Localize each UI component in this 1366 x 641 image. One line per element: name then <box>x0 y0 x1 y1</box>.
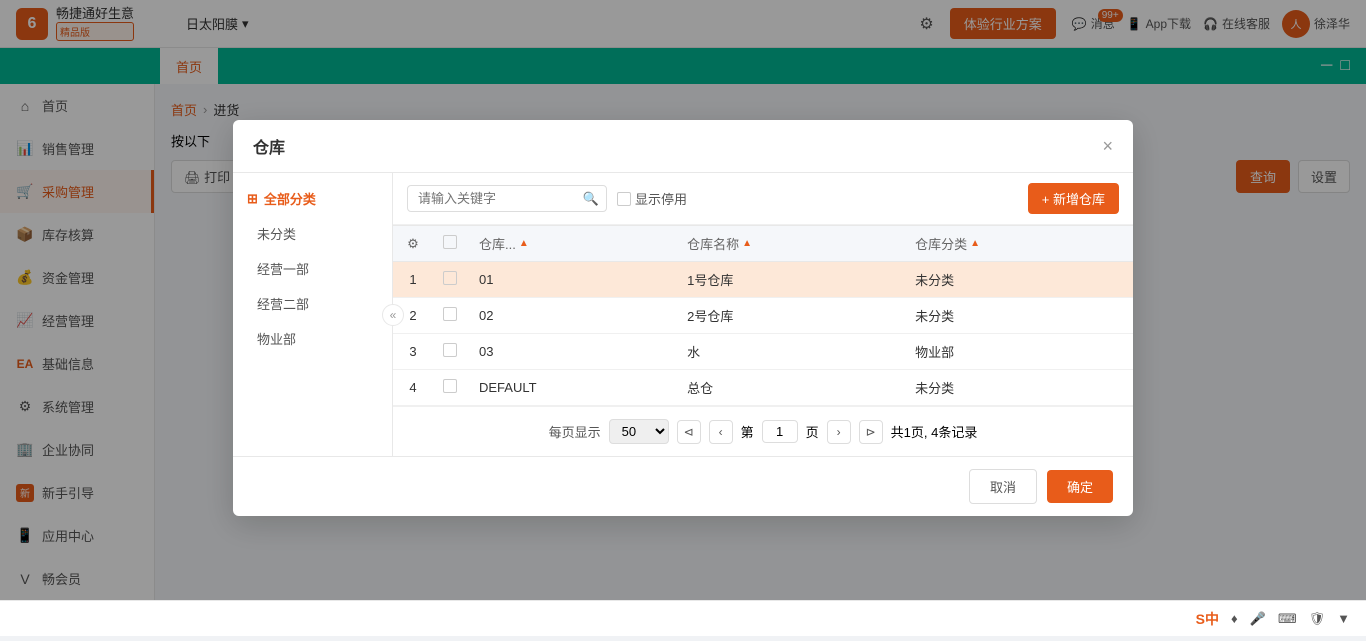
page-first-button[interactable]: ⊲ <box>677 420 701 444</box>
category-all-label: 全部分类 <box>264 189 316 208</box>
table-toolbar: 🔍 显示停用 + 新增仓库 <box>393 173 1133 225</box>
category-item-3[interactable]: 物业部 <box>233 321 392 356</box>
table-row[interactable]: 4 DEFAULT总仓未分类 <box>393 370 1133 406</box>
row-index: 1 <box>393 262 433 298</box>
table-row[interactable]: 1 011号仓库未分类 <box>393 262 1133 298</box>
modal-overlay: 仓库 × ⊞ 全部分类 未分类 经营一部 经营二部 物业部 « <box>0 0 1366 636</box>
row-category: 未分类 <box>905 298 1133 334</box>
show-disabled-toggle[interactable]: 显示停用 <box>617 189 687 208</box>
row-name: 总仓 <box>677 370 905 406</box>
search-input[interactable] <box>407 185 607 212</box>
per-page-select[interactable]: 50 10 20 100 <box>609 419 669 444</box>
cancel-button[interactable]: 取消 <box>969 469 1037 504</box>
row-name: 2号仓库 <box>677 298 905 334</box>
table-scroll-area: ⚙ 仓库... ▲ 仓库名称 <box>393 225 1133 406</box>
bottom-keyboard-icon[interactable]: ⌨ <box>1278 611 1297 627</box>
row-index: 3 <box>393 334 433 370</box>
row-index: 4 <box>393 370 433 406</box>
row-name: 水 <box>677 334 905 370</box>
row-code: DEFAULT <box>469 370 677 406</box>
category-item-0[interactable]: 未分类 <box>233 216 392 251</box>
sort-category-icon: ▲ <box>970 238 980 249</box>
sort-code-icon: ▲ <box>519 238 529 249</box>
per-page-label: 每页显示 <box>549 422 601 441</box>
table-row[interactable]: 2022号仓库未分类 <box>393 298 1133 334</box>
bottom-mic-icon[interactable]: 🎤 <box>1250 611 1266 627</box>
sort-name-icon: ▲ <box>742 238 752 249</box>
table-area: 🔍 显示停用 + 新增仓库 ⚙ <box>393 173 1133 456</box>
add-warehouse-button[interactable]: + 新增仓库 <box>1028 183 1119 214</box>
col-header-settings: ⚙ <box>393 226 433 262</box>
col-header-code[interactable]: 仓库... ▲ <box>469 226 677 262</box>
row-checkbox[interactable] <box>443 271 457 285</box>
select-all-checkbox[interactable] <box>443 235 457 249</box>
search-input-wrap: 🔍 <box>407 185 607 212</box>
bottom-bar: S中 ♦ 🎤 ⌨ 🛡 ▼ <box>0 600 1366 636</box>
page-number-input[interactable] <box>762 420 798 443</box>
page-suffix: 页 <box>806 422 819 441</box>
category-sidebar: ⊞ 全部分类 未分类 经营一部 经营二部 物业部 « <box>233 173 393 456</box>
show-disabled-checkbox[interactable] <box>617 192 631 206</box>
modal-close-button[interactable]: × <box>1102 136 1113 157</box>
row-category: 未分类 <box>905 262 1133 298</box>
category-item-1[interactable]: 经营一部 <box>233 251 392 286</box>
modal-footer: 取消 确定 <box>233 456 1133 516</box>
warehouse-table: ⚙ 仓库... ▲ 仓库名称 <box>393 225 1133 406</box>
row-category: 未分类 <box>905 370 1133 406</box>
category-item-2[interactable]: 经营二部 <box>233 286 392 321</box>
page-last-button[interactable]: ⊳ <box>859 420 883 444</box>
warehouse-modal: 仓库 × ⊞ 全部分类 未分类 经营一部 经营二部 物业部 « <box>233 120 1133 516</box>
col-header-category[interactable]: 仓库分类 ▲ <box>905 226 1133 262</box>
pagination: 每页显示 50 10 20 100 ⊲ ‹ 第 页 › ⊳ 共1页, 4条记录 <box>393 406 1133 456</box>
page-next-button[interactable]: › <box>827 420 851 444</box>
row-checkbox-cell[interactable] <box>433 334 469 370</box>
modal-title: 仓库 <box>253 134 285 158</box>
bottom-dot-icon[interactable]: ♦ <box>1231 611 1238 626</box>
total-info: 共1页, 4条记录 <box>891 422 978 441</box>
category-collapse-button[interactable]: « <box>382 304 404 326</box>
table-row[interactable]: 3 03水物业部 <box>393 334 1133 370</box>
row-checkbox-cell[interactable] <box>433 298 469 334</box>
row-category: 物业部 <box>905 334 1133 370</box>
modal-header: 仓库 × <box>233 120 1133 173</box>
confirm-button[interactable]: 确定 <box>1047 470 1113 503</box>
table-header-row: ⚙ 仓库... ▲ 仓库名称 <box>393 226 1133 262</box>
grid-icon: ⊞ <box>247 191 258 207</box>
bottom-shield-icon[interactable]: 🛡 <box>1309 611 1326 627</box>
col-header-checkbox <box>433 226 469 262</box>
row-checkbox[interactable] <box>443 307 457 321</box>
row-code: 02 <box>469 298 677 334</box>
table-body: 1011号仓库未分类2022号仓库未分类303水物业部4DEFAULT总仓未分类 <box>393 262 1133 406</box>
row-checkbox[interactable] <box>443 343 457 357</box>
page-prefix: 第 <box>741 422 754 441</box>
row-name: 1号仓库 <box>677 262 905 298</box>
bottom-chevron-icon[interactable]: ▼ <box>1337 611 1350 626</box>
row-checkbox[interactable] <box>443 379 457 393</box>
show-disabled-label: 显示停用 <box>635 189 687 208</box>
row-code: 01 <box>469 262 677 298</box>
search-icon[interactable]: 🔍 <box>583 191 599 207</box>
col-header-name[interactable]: 仓库名称 ▲ <box>677 226 905 262</box>
page-prev-button[interactable]: ‹ <box>709 420 733 444</box>
row-checkbox-cell[interactable] <box>433 262 469 298</box>
bottom-s-icon[interactable]: S中 <box>1196 609 1219 629</box>
row-checkbox-cell[interactable] <box>433 370 469 406</box>
modal-body: ⊞ 全部分类 未分类 经营一部 经营二部 物业部 « 🔍 <box>233 173 1133 456</box>
row-code: 03 <box>469 334 677 370</box>
category-all[interactable]: ⊞ 全部分类 <box>233 181 392 216</box>
